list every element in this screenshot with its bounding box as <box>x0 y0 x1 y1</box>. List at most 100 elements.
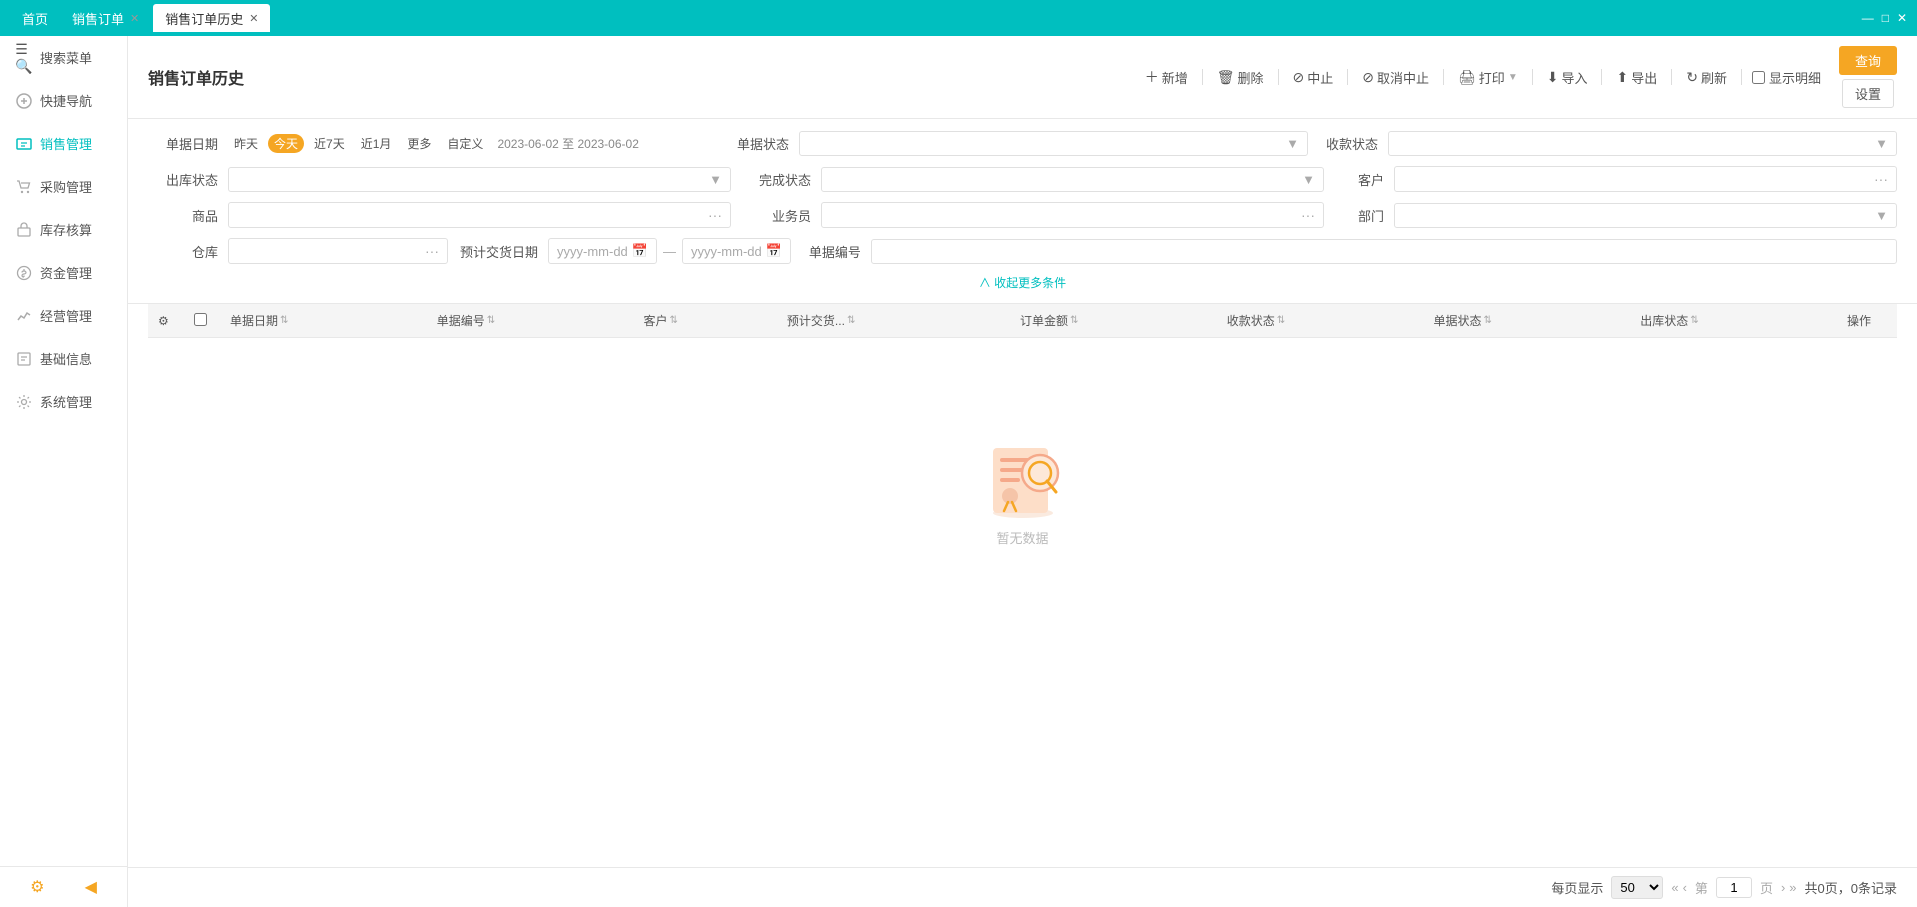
th-settings[interactable]: ⚙ <box>148 304 184 338</box>
out-status-select[interactable]: ▼ <box>228 167 731 192</box>
sidebar-item-quick-nav[interactable]: 快捷导航 <box>0 79 127 122</box>
page-label-after: 页 <box>1760 878 1773 897</box>
last-page-btn[interactable]: » <box>1789 880 1796 895</box>
page-input[interactable] <box>1716 877 1752 898</box>
empty-state-row: 暂无数据 <box>148 338 1897 628</box>
th-check[interactable] <box>184 304 220 338</box>
collapse-filter-btn[interactable]: ∧ 收起更多条件 <box>148 274 1897 291</box>
salesperson-dots-btn[interactable]: ··· <box>1301 207 1315 223</box>
show-details-input[interactable] <box>1752 71 1765 84</box>
sidebar-item-sales-mgmt[interactable]: 销售管理 <box>0 122 127 165</box>
print-dropdown-icon: ▼ <box>1508 72 1518 83</box>
expected-date-start[interactable]: yyyy-mm-dd <box>557 244 628 259</box>
dept-select[interactable]: ▼ <box>1394 203 1897 228</box>
close-btn[interactable]: ✕ <box>1897 11 1907 25</box>
page-nav: « ‹ 第 页 › » <box>1671 877 1796 898</box>
empty-text: 暂无数据 <box>996 528 1048 547</box>
expected-date-end[interactable]: yyyy-mm-dd <box>691 244 762 259</box>
th-customer[interactable]: 客户 ⇅ <box>633 304 776 338</box>
bill-status-select[interactable]: ▼ <box>799 131 1308 156</box>
delete-icon: 🗑 <box>1217 69 1235 86</box>
th-order-amount[interactable]: 订单金额 ⇅ <box>1010 304 1217 338</box>
shortcut-today[interactable]: 今天 <box>268 134 304 153</box>
bill-no-input[interactable] <box>880 244 1888 259</box>
sidebar-item-business[interactable]: 经营管理 <box>0 294 127 337</box>
complete-status-label: 完成状态 <box>741 170 821 189</box>
tab-close-sales-order[interactable]: ✕ <box>130 12 139 25</box>
warehouse-dots-btn[interactable]: ··· <box>425 243 439 259</box>
btn-import[interactable]: ⬇ 导入 <box>1543 66 1592 89</box>
sidebar-item-search-menu[interactable]: ☰🔍 搜索菜单 <box>0 36 127 79</box>
sidebar-collapse-icon[interactable]: ◀ <box>85 877 97 897</box>
shortcut-yesterday[interactable]: 昨天 <box>228 134 264 153</box>
divider8 <box>1741 69 1742 85</box>
quick-nav-icon <box>16 93 32 109</box>
first-page-btn[interactable]: « <box>1671 880 1678 895</box>
complete-status-arrow: ▼ <box>1302 172 1315 187</box>
calendar-end-icon[interactable]: 📅 <box>766 243 782 259</box>
sidebar-settings-icon[interactable]: ⚙ <box>30 877 44 897</box>
sidebar-item-base-info[interactable]: 基础信息 <box>0 337 127 380</box>
btn-stop[interactable]: ⊘ 中止 <box>1289 66 1338 89</box>
th-out-status[interactable]: 出库状态 ⇅ <box>1630 304 1837 338</box>
table-settings-icon[interactable]: ⚙ <box>158 314 169 328</box>
filter-row-3: 商品 ··· 业务员 ··· 部门 ▼ <box>148 202 1897 228</box>
tab-sales-order-history[interactable]: 销售订单历史 ✕ <box>153 4 270 32</box>
tab-close-sales-order-history[interactable]: ✕ <box>249 12 258 25</box>
page-size-select[interactable]: 50 10 20 100 <box>1611 876 1663 899</box>
shortcut-more[interactable]: 更多 <box>401 134 437 153</box>
setting-button[interactable]: 设置 <box>1842 79 1894 108</box>
th-bill-date[interactable]: 单据日期 ⇅ <box>220 304 427 338</box>
shortcut-last30[interactable]: 近1月 <box>355 134 398 153</box>
filter-row-4: 仓库 ··· 预计交货日期 yyyy-mm-dd 📅 — yyyy-mm-dd … <box>148 238 1897 264</box>
maximize-btn[interactable]: □ <box>1882 11 1889 25</box>
out-status-label: 出库状态 <box>148 170 228 189</box>
th-bill-no[interactable]: 单据编号 ⇅ <box>427 304 634 338</box>
prev-page-btn[interactable]: ‹ <box>1683 880 1687 895</box>
query-button[interactable]: 查询 <box>1839 46 1897 75</box>
goods-dots-btn[interactable]: ··· <box>708 207 722 223</box>
payment-status-select[interactable]: ▼ <box>1388 131 1897 156</box>
sys-mgmt-icon <box>16 394 32 410</box>
shortcut-custom[interactable]: 自定义 <box>441 134 489 153</box>
table-body: 暂无数据 <box>148 338 1897 628</box>
shortcut-last7[interactable]: 近7天 <box>308 134 351 153</box>
select-all-checkbox[interactable] <box>194 313 207 326</box>
th-payment-status[interactable]: 收款状态 ⇅ <box>1217 304 1424 338</box>
btn-delete[interactable]: 🗑 删除 <box>1213 66 1268 89</box>
calendar-start-icon[interactable]: 📅 <box>632 243 648 259</box>
show-details-checkbox[interactable]: 显示明细 <box>1752 68 1821 87</box>
sidebar-item-sys-mgmt[interactable]: 系统管理 <box>0 380 127 423</box>
sidebar-item-inventory[interactable]: 库存核算 <box>0 208 127 251</box>
sidebar: ☰🔍 搜索菜单 快捷导航 销售管理 采购管理 库存核算 <box>0 36 128 907</box>
customer-dots-btn[interactable]: ··· <box>1874 171 1888 187</box>
sort-bill-date-icon: ⇅ <box>280 315 288 326</box>
page-size-label: 每页显示 <box>1551 878 1603 897</box>
sort-payment-status-icon: ⇅ <box>1277 315 1285 326</box>
sidebar-item-purchase-mgmt[interactable]: 采购管理 <box>0 165 127 208</box>
next-page-btn[interactable]: › <box>1781 880 1785 895</box>
btn-cancel-stop[interactable]: ⊘ 取消中止 <box>1358 66 1433 89</box>
purchase-mgmt-icon <box>16 179 32 195</box>
tab-sales-order[interactable]: 销售订单 ✕ <box>60 4 151 32</box>
minimize-btn[interactable]: — <box>1862 11 1874 25</box>
table-footer: 每页显示 50 10 20 100 « ‹ 第 页 › » 共0页，0条记录 <box>128 867 1917 907</box>
stop-icon: ⊘ <box>1293 69 1305 86</box>
th-expected-date[interactable]: 预计交货... ⇅ <box>777 304 1010 338</box>
btn-refresh[interactable]: ↻ 刷新 <box>1682 66 1731 89</box>
payment-status-label: 收款状态 <box>1308 134 1388 153</box>
date-label: 单据日期 <box>148 134 228 153</box>
divider2 <box>1278 69 1279 85</box>
th-bill-status[interactable]: 单据状态 ⇅ <box>1423 304 1630 338</box>
complete-status-select[interactable]: ▼ <box>821 167 1324 192</box>
btn-new[interactable]: ＋ 新增 <box>1141 65 1192 89</box>
btn-print[interactable]: 🖨 打印 ▼ <box>1454 66 1522 89</box>
sidebar-item-finance[interactable]: 资金管理 <box>0 251 127 294</box>
tab-home[interactable]: 首页 <box>10 4 60 32</box>
divider7 <box>1671 69 1672 85</box>
date-range-display: 2023-06-02 至 2023-06-02 <box>497 135 638 152</box>
divider4 <box>1443 69 1444 85</box>
btn-export[interactable]: ⬆ 导出 <box>1612 66 1661 89</box>
base-info-icon <box>16 351 32 367</box>
search-menu-icon: ☰🔍 <box>16 50 32 66</box>
